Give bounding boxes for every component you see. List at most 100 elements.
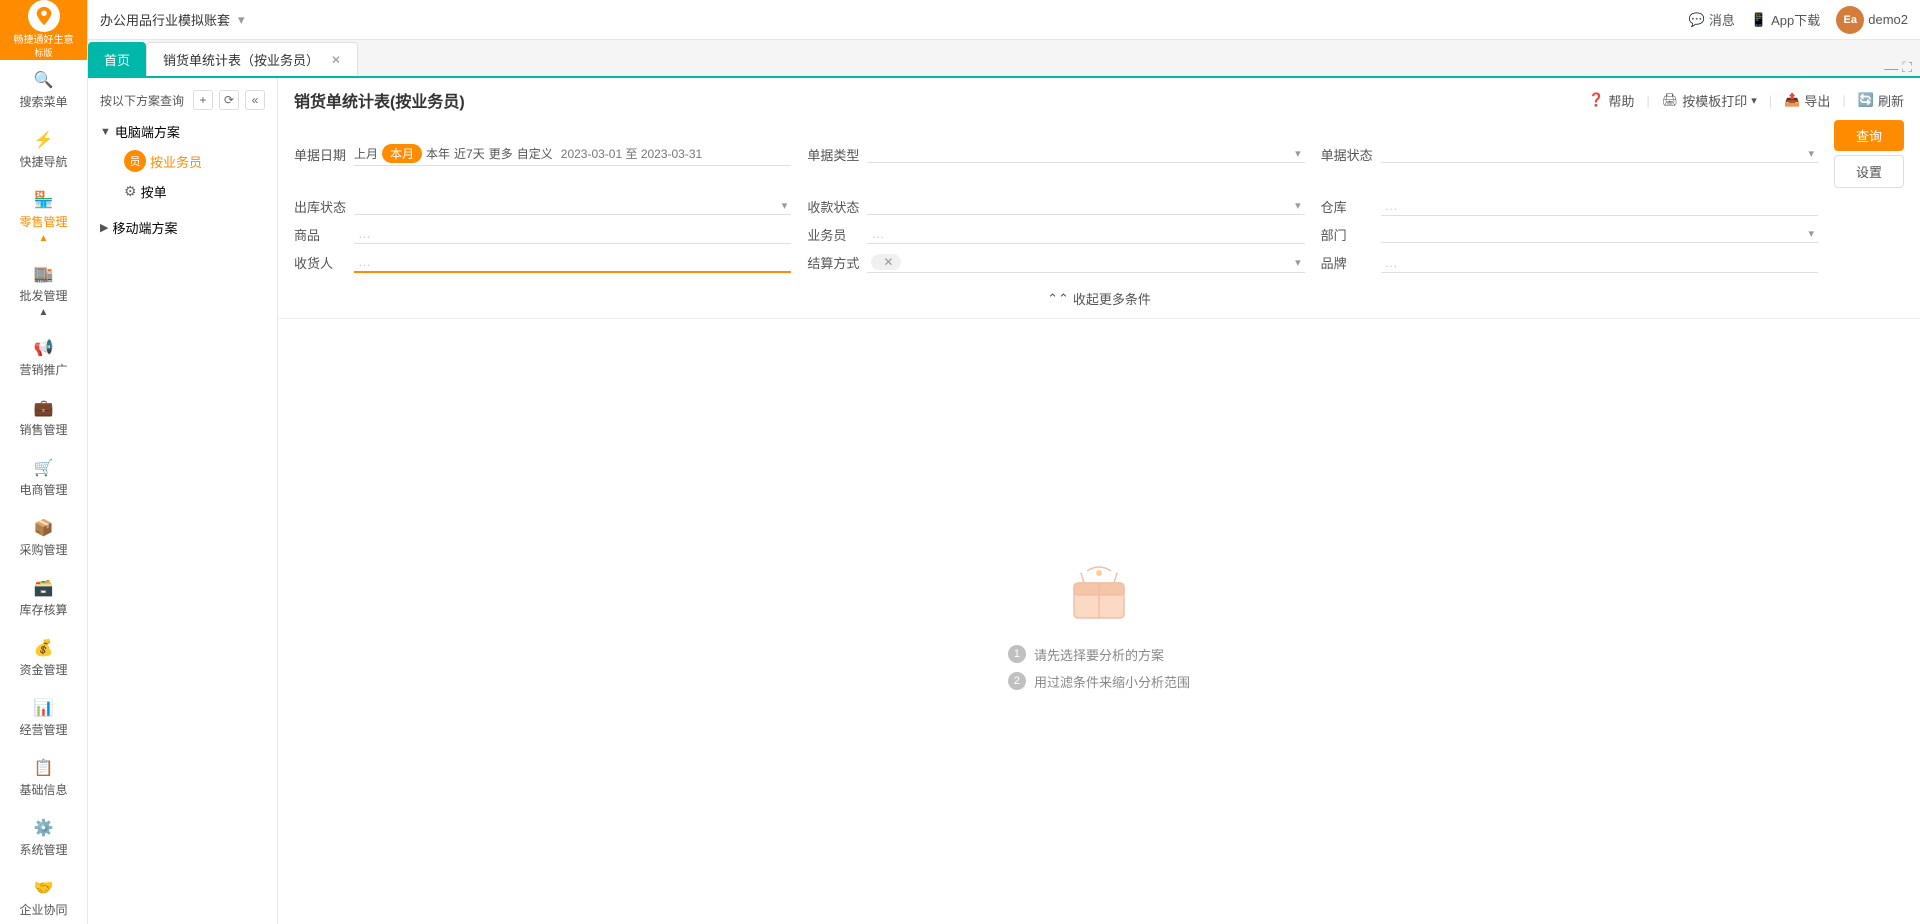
tab-window-minimize-icon[interactable]: —: [1884, 60, 1898, 76]
sidebar-item-operations[interactable]: 📊 经营管理: [0, 688, 87, 748]
sidebar-item-sales[interactable]: 💼 销售管理: [0, 388, 87, 448]
receiver-dots: …: [358, 254, 787, 269]
date-tab-custom[interactable]: 自定义: [517, 145, 553, 162]
sidebar-item-finance-label: 资金管理: [19, 661, 67, 678]
date-tab-thisyear[interactable]: 本年: [426, 145, 450, 162]
doctype-filter-cell: 单据类型 ▾: [807, 145, 1304, 164]
goods-dots: …: [358, 226, 787, 241]
doctype-label: 单据类型: [807, 145, 867, 164]
mobile-scheme-header[interactable]: ▶ 移动端方案: [96, 214, 269, 241]
sidebar-item-retail[interactable]: 🏪 零售管理 ▲: [0, 180, 87, 254]
date-label: 单据日期: [294, 145, 354, 164]
sidebar-item-wholesale[interactable]: 🏬 批发管理 ▲: [0, 254, 87, 328]
refresh-btn[interactable]: 🔄 刷新: [1858, 91, 1904, 110]
sidebar-item-inventory-label: 库存核算: [19, 601, 67, 618]
collapse-icon: «: [252, 93, 259, 107]
app-download-btn[interactable]: 📱 App下载: [1751, 10, 1820, 29]
empty-icon: [1059, 553, 1139, 633]
warehouse-dots: …: [1385, 198, 1398, 213]
desktop-scheme-label: 电脑端方案: [115, 122, 180, 141]
settle-control[interactable]: ✕ ▾: [867, 252, 1304, 273]
collapse-panel-btn[interactable]: «: [245, 90, 265, 110]
outstatus-arrow: ▾: [782, 199, 788, 212]
desktop-scheme-group: ▼ 电脑端方案 员 按业务员 ⚙ 按单: [88, 118, 277, 206]
wholesale-icon: 🏬: [34, 264, 54, 284]
tab-window-maximize-icon[interactable]: ⛶: [1902, 59, 1912, 76]
settle-tag-close-icon[interactable]: ✕: [883, 255, 893, 269]
template-print-label: 按模板打印: [1682, 91, 1747, 110]
sidebar-item-search-menu[interactable]: 🔍 搜索菜单: [0, 60, 87, 120]
help-btn[interactable]: ❓ 帮助: [1588, 91, 1634, 110]
goods-control[interactable]: …: [354, 224, 791, 244]
message-btn[interactable]: 💬 消息: [1689, 10, 1735, 29]
user-avatar-area[interactable]: Ea demo2: [1836, 6, 1908, 34]
settle-label: 结算方式: [807, 253, 867, 272]
tab-home[interactable]: 首页: [88, 42, 146, 76]
sidebar-item-system[interactable]: ⚙️ 系统管理: [0, 808, 87, 868]
doctype-control[interactable]: ▾: [867, 145, 1304, 163]
sidebar-item-purchase-label: 采购管理: [19, 541, 67, 558]
paymentstatus-arrow: ▾: [1295, 199, 1301, 212]
export-label: 导出: [1804, 91, 1830, 110]
topbar-right: 💬 消息 📱 App下载 Ea demo2: [1689, 6, 1908, 34]
scheme-by-salesman[interactable]: 员 按业务员: [96, 145, 269, 177]
tab-close-icon[interactable]: ✕: [331, 53, 341, 67]
sidebar-item-ecommerce[interactable]: 🛒 电商管理: [0, 448, 87, 508]
retail-icon: 🏪: [34, 190, 54, 210]
tip-2-num: 2: [1008, 672, 1026, 690]
add-scheme-btn[interactable]: +: [193, 90, 213, 110]
receiver-filter-cell: 收货人 …: [294, 252, 791, 273]
date-tab-lastmonth[interactable]: 上月: [354, 145, 378, 162]
brand-label: 品牌: [1321, 253, 1381, 272]
outstatus-control[interactable]: ▾: [354, 197, 791, 215]
sidebar-item-basic[interactable]: 📋 基础信息: [0, 748, 87, 808]
query-button[interactable]: 查询: [1834, 120, 1904, 151]
date-tab-7days[interactable]: 近7天: [454, 145, 485, 162]
sidebar-item-enterprise[interactable]: 🤝 企业协同: [0, 868, 87, 924]
date-tab-more[interactable]: 更多: [489, 145, 513, 162]
avatar: Ea: [1836, 6, 1864, 34]
sidebar-item-marketing[interactable]: 📢 营销推广: [0, 328, 87, 388]
collapse-conditions-btn[interactable]: ⌃⌃ 收起更多条件: [294, 283, 1904, 314]
sidebar-item-search-label: 搜索菜单: [19, 93, 67, 110]
scheme-by-order-label: 按单: [141, 182, 167, 201]
dept-control[interactable]: ▾: [1381, 225, 1818, 243]
app-logo: 畅捷通好生意标版: [0, 0, 88, 60]
template-print-btn[interactable]: 🖨 按模板打印 ▾: [1662, 91, 1757, 110]
salesman-label: 业务员: [807, 225, 867, 244]
sidebar-item-shortcuts[interactable]: ⚡ 快捷导航: [0, 120, 87, 180]
template-print-icon: 🖨: [1662, 92, 1679, 108]
warehouse-control[interactable]: …: [1381, 196, 1818, 216]
refresh-scheme-btn[interactable]: ⟳: [219, 90, 239, 110]
salesman-control[interactable]: …: [867, 224, 1304, 244]
empty-state: 1 请先选择要分析的方案 2 用过滤条件来缩小分析范围: [278, 319, 1920, 924]
sidebar-item-inventory[interactable]: 🗃️ 库存核算: [0, 568, 87, 628]
tab-sales-stat[interactable]: 销货单统计表（按业务员） ✕: [146, 42, 358, 76]
date-tab-thismonth[interactable]: 本月: [382, 144, 422, 163]
paymentstatus-control[interactable]: ▾: [867, 197, 1304, 215]
topbar-doc-title: 办公用品行业模拟账套: [100, 10, 230, 29]
docstatus-control[interactable]: ▾: [1381, 145, 1818, 163]
settings-button[interactable]: 设置: [1834, 155, 1904, 188]
sidebar: 畅捷通好生意标版 🔍 搜索菜单 ⚡ 快捷导航 🏪 零售管理 ▲ 🏬 批发管理 ▲…: [0, 0, 88, 924]
brand-control[interactable]: …: [1381, 253, 1818, 273]
sidebar-item-sales-label: 销售管理: [19, 421, 67, 438]
refresh-icon: ⟳: [224, 93, 234, 107]
search-menu-icon: 🔍: [34, 70, 54, 90]
system-icon: ⚙️: [34, 818, 54, 838]
sidebar-item-finance[interactable]: 💰 资金管理: [0, 628, 87, 688]
empty-tip-1: 1 请先选择要分析的方案: [1008, 645, 1190, 664]
page-header: 销货单统计表(按业务员) ❓ 帮助 | 🖨 按模板打印 ▾ | 📤: [278, 78, 1920, 120]
desktop-scheme-header[interactable]: ▼ 电脑端方案: [96, 118, 269, 145]
sidebar-item-purchase[interactable]: 📦 采购管理: [0, 508, 87, 568]
receiver-control[interactable]: …: [354, 252, 791, 273]
export-btn[interactable]: 📤 导出: [1784, 91, 1830, 110]
scheme-by-order[interactable]: ⚙ 按单: [96, 177, 269, 206]
scheme-by-salesman-icon: 员: [124, 150, 146, 172]
enterprise-icon: 🤝: [34, 878, 54, 898]
desktop-scheme-items: 员 按业务员 ⚙ 按单: [96, 145, 269, 206]
topbar: 办公用品行业模拟账套 ▾ 💬 消息 📱 App下载 Ea demo2: [88, 0, 1920, 40]
date-control[interactable]: 上月 本月 本年 近7天 更多 自定义 2023-03-01 至 2023-03…: [354, 142, 791, 166]
dept-arrow: ▾: [1808, 227, 1814, 240]
outstatus-label: 出库状态: [294, 197, 354, 216]
